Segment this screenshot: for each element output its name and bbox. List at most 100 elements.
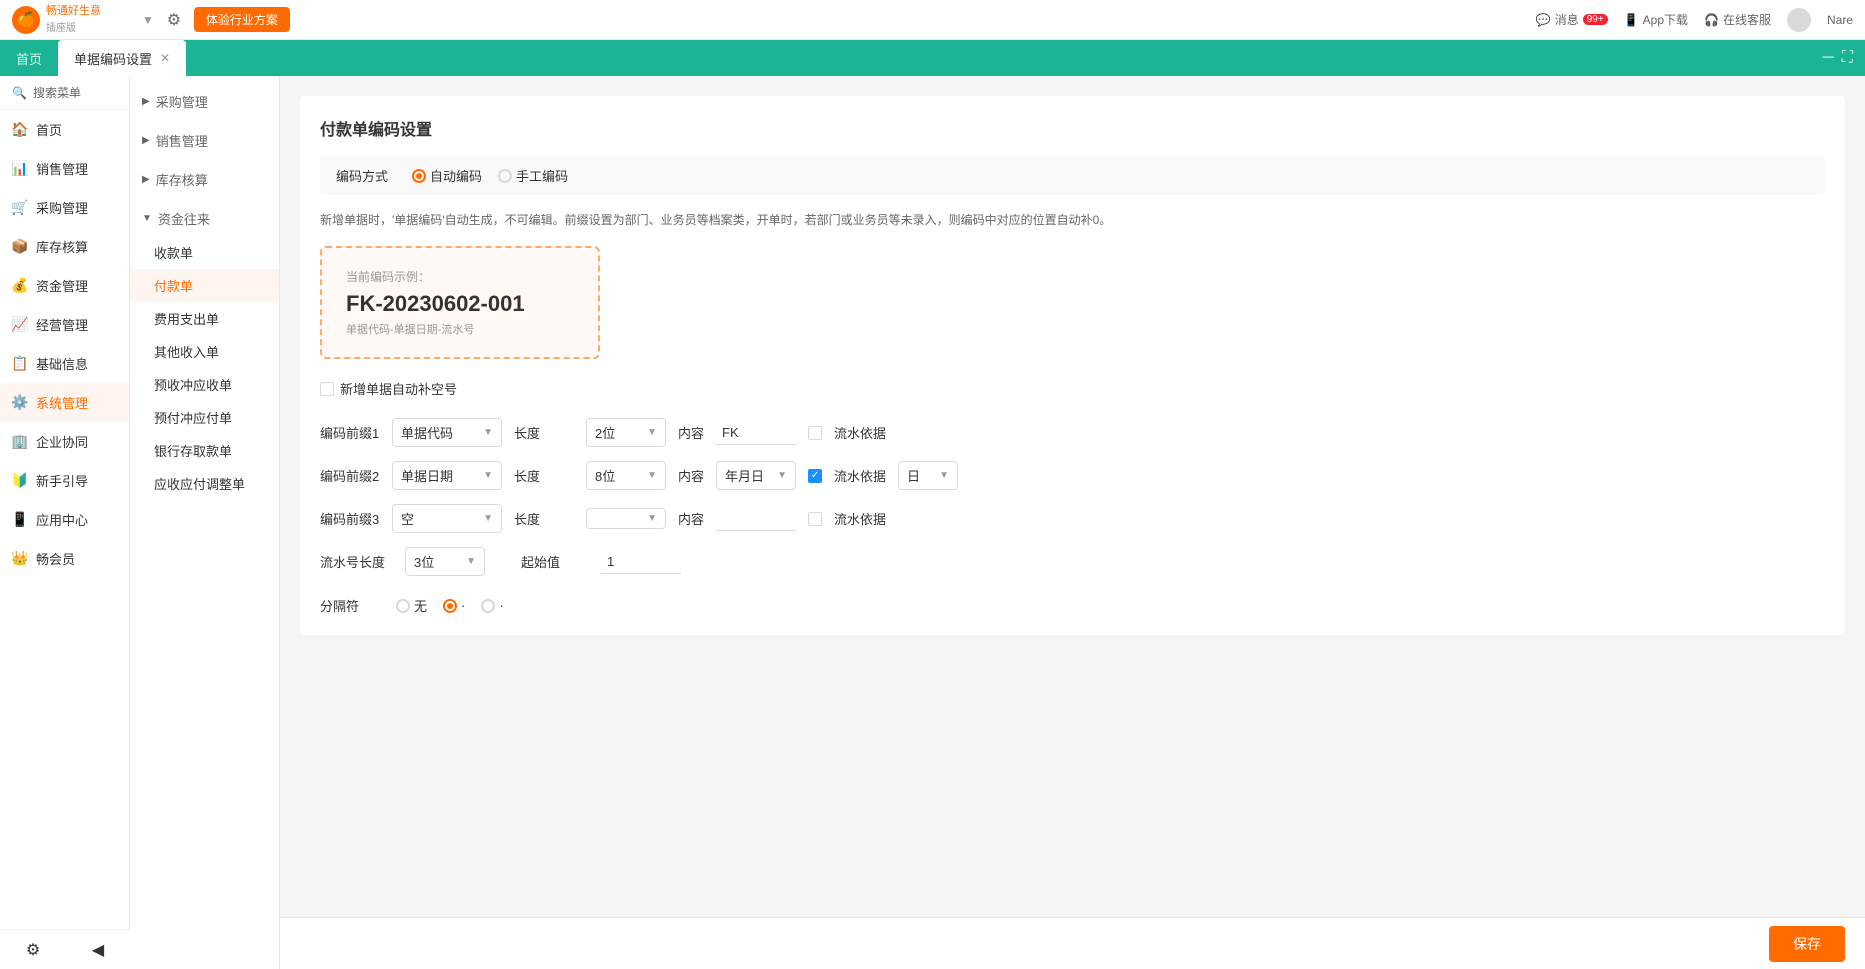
sep-option-none[interactable]: 无 bbox=[396, 596, 427, 615]
logo-icon: 🍊 bbox=[12, 6, 40, 34]
user-avatar[interactable] bbox=[1787, 8, 1811, 32]
logo-text: 畅通好生意 插座版 bbox=[46, 5, 101, 33]
sidebar-item-home[interactable]: 🏠 首页 bbox=[0, 110, 129, 149]
radio-manual-coding[interactable]: 手工编码 bbox=[498, 166, 568, 185]
sidebar-item-finance[interactable]: 💰 资金管理 bbox=[0, 266, 129, 305]
preview-code: FK-20230602-001 bbox=[346, 291, 574, 317]
sidebar-item-inventory[interactable]: 📦 库存核算 bbox=[0, 227, 129, 266]
operation-icon: 📈 bbox=[12, 317, 28, 333]
sidebar-item-basic[interactable]: 📋 基础信息 bbox=[0, 344, 129, 383]
purchase-icon: 🛒 bbox=[12, 200, 28, 216]
online-service-button[interactable]: 🎧 在线客服 bbox=[1704, 11, 1771, 28]
message-badge: 99+ bbox=[1583, 14, 1608, 25]
prefix3-serial-label: 流水依据 bbox=[834, 509, 886, 528]
user-name: Nare bbox=[1827, 13, 1853, 27]
sub-nav-item-adjust[interactable]: 应收应付调整单 bbox=[130, 467, 279, 500]
sidebar-item-newguide[interactable]: 🔰 新手引导 bbox=[0, 461, 129, 500]
sub-nav-header-purchase[interactable]: ▶ 采购管理 bbox=[130, 84, 279, 119]
logo-area: 🍊 畅通好生意 插座版 bbox=[12, 5, 132, 33]
sub-nav-header-inventory[interactable]: ▶ 库存核算 bbox=[130, 162, 279, 197]
prefix3-select[interactable]: 空 ▼ bbox=[392, 504, 502, 533]
sub-nav-group-inventory: ▶ 库存核算 bbox=[130, 162, 279, 197]
headphone-icon: 🎧 bbox=[1704, 13, 1719, 27]
tab-home[interactable]: 首页 bbox=[0, 40, 58, 76]
sub-nav-item-bank-withdrawal[interactable]: 银行存取款单 bbox=[130, 434, 279, 467]
sep-radio-dot2 bbox=[481, 599, 495, 613]
app-download-icon: 📱 bbox=[1624, 13, 1639, 27]
sidebar-collapse-icon[interactable]: ◀ bbox=[92, 940, 104, 960]
sep-option-dot2[interactable]: · bbox=[481, 598, 503, 613]
tab-close-icon[interactable]: ✕ bbox=[160, 51, 170, 65]
sidebar-item-purchase[interactable]: 🛒 采购管理 bbox=[0, 188, 129, 227]
settings-gear-icon[interactable]: ⚙ bbox=[162, 8, 186, 32]
prefix1-length-label: 长度 bbox=[514, 423, 574, 442]
page-card: 付款单编码设置 编码方式 自动编码 手工编码 新增单据时，'单据编码'自动生成，… bbox=[300, 96, 1845, 635]
prefix1-length-select[interactable]: 2位 ▼ bbox=[586, 418, 666, 447]
sidebar-settings-icon[interactable]: ⚙ bbox=[26, 940, 40, 960]
prefix2-content-select[interactable]: 年月日 ▼ bbox=[716, 461, 796, 490]
prefix1-serial-label: 流水依据 bbox=[834, 423, 886, 442]
sidebar-item-appcenter[interactable]: 📱 应用中心 bbox=[0, 500, 129, 539]
prefix1-label: 编码前缀1 bbox=[320, 423, 380, 442]
sub-nav-header-sales[interactable]: ▶ 销售管理 bbox=[130, 123, 279, 158]
industry-solution-button[interactable]: 体验行业方案 bbox=[194, 7, 290, 32]
prefix2-select[interactable]: 单据日期 ▼ bbox=[392, 461, 502, 490]
newguide-icon: 🔰 bbox=[12, 473, 28, 489]
coding-mode-row: 编码方式 自动编码 手工编码 bbox=[320, 156, 1825, 195]
prefix1-length-arrow-icon: ▼ bbox=[647, 427, 657, 438]
prefix2-serial-checkbox[interactable]: ✓ bbox=[808, 469, 822, 483]
tab-encoding-settings[interactable]: 单据编码设置 ✕ bbox=[58, 40, 186, 76]
sidebar-item-operation[interactable]: 📈 经营管理 bbox=[0, 305, 129, 344]
prefix1-select[interactable]: 单据代码 ▼ bbox=[392, 418, 502, 447]
prefix2-length-select[interactable]: 8位 ▼ bbox=[586, 461, 666, 490]
sub-nav-item-prepay-offset[interactable]: 预收冲应收单 bbox=[130, 368, 279, 401]
top-header: 🍊 畅通好生意 插座版 ▼ ⚙ 体验行业方案 💬 消息 99+ 📱 App下载 … bbox=[0, 0, 1865, 40]
enterprise-icon: 🏢 bbox=[12, 434, 28, 450]
sep-radio-none bbox=[396, 599, 410, 613]
sub-nav-item-advance-offset[interactable]: 预付冲应付单 bbox=[130, 401, 279, 434]
sub-nav-header-funds[interactable]: ▼ 资金往来 bbox=[130, 201, 279, 236]
sidebar-item-enterprise[interactable]: 🏢 企业协同 bbox=[0, 422, 129, 461]
sub-nav-group-sales: ▶ 销售管理 bbox=[130, 123, 279, 158]
prefix1-serial-checkbox[interactable] bbox=[808, 426, 822, 440]
prefix2-content-label: 内容 bbox=[678, 466, 704, 485]
arrow-down-icon: ▼ bbox=[142, 213, 152, 224]
prefix3-serial-checkbox[interactable] bbox=[808, 512, 822, 526]
serial-length-select[interactable]: 3位 ▼ bbox=[405, 547, 485, 576]
serial-length-arrow-icon: ▼ bbox=[466, 556, 476, 567]
arrow-right-icon2: ▶ bbox=[142, 135, 150, 146]
message-button[interactable]: 💬 消息 99+ bbox=[1536, 11, 1608, 28]
prefix2-serial-label: 流水依据 bbox=[834, 466, 886, 485]
separator-row: 分隔符 无 · · bbox=[320, 596, 1825, 615]
save-button[interactable]: 保存 bbox=[1769, 926, 1845, 962]
search-menu-button[interactable]: 🔍 搜索菜单 bbox=[0, 76, 129, 110]
prefix3-length-label: 长度 bbox=[514, 509, 574, 528]
radio-auto-dot bbox=[412, 169, 426, 183]
auto-fill-checkbox[interactable]: 新增单据自动补空号 bbox=[320, 379, 457, 398]
radio-manual-dot bbox=[498, 169, 512, 183]
tab-minimize-icon[interactable]: ─ bbox=[1822, 49, 1833, 67]
finance-icon: 💰 bbox=[12, 278, 28, 294]
company-dropdown[interactable]: ▼ bbox=[142, 13, 154, 27]
sales-icon: 📊 bbox=[12, 161, 28, 177]
sep-radio-dot bbox=[443, 599, 457, 613]
coding-mode-label: 编码方式 bbox=[336, 166, 388, 185]
sub-nav-item-other-income[interactable]: 其他收入单 bbox=[130, 335, 279, 368]
prefix2-length-label: 长度 bbox=[514, 466, 574, 485]
sub-nav-item-receipt[interactable]: 收款单 bbox=[130, 236, 279, 269]
prefix3-label: 编码前缀3 bbox=[320, 509, 380, 528]
sidebar-item-sales[interactable]: 📊 销售管理 bbox=[0, 149, 129, 188]
prefix1-content-input[interactable] bbox=[716, 421, 796, 445]
tab-maximize-icon[interactable]: ⛶ bbox=[1842, 49, 1853, 67]
prefix3-length-select[interactable]: ▼ bbox=[586, 508, 666, 529]
sub-nav-item-expense[interactable]: 费用支出单 bbox=[130, 302, 279, 335]
sep-option-dot[interactable]: · bbox=[443, 598, 465, 613]
sidebar-item-member[interactable]: 👑 畅会员 bbox=[0, 539, 129, 578]
radio-auto-coding[interactable]: 自动编码 bbox=[412, 166, 482, 185]
app-download-button[interactable]: 📱 App下载 bbox=[1624, 11, 1688, 28]
prefix2-cycle-select[interactable]: 日 ▼ bbox=[898, 461, 958, 490]
prefix3-content-input[interactable] bbox=[716, 507, 796, 531]
start-value-input[interactable] bbox=[601, 550, 681, 574]
sub-nav-item-payment[interactable]: 付款单 bbox=[130, 269, 279, 302]
sidebar-item-system[interactable]: ⚙️ 系统管理 bbox=[0, 383, 129, 422]
